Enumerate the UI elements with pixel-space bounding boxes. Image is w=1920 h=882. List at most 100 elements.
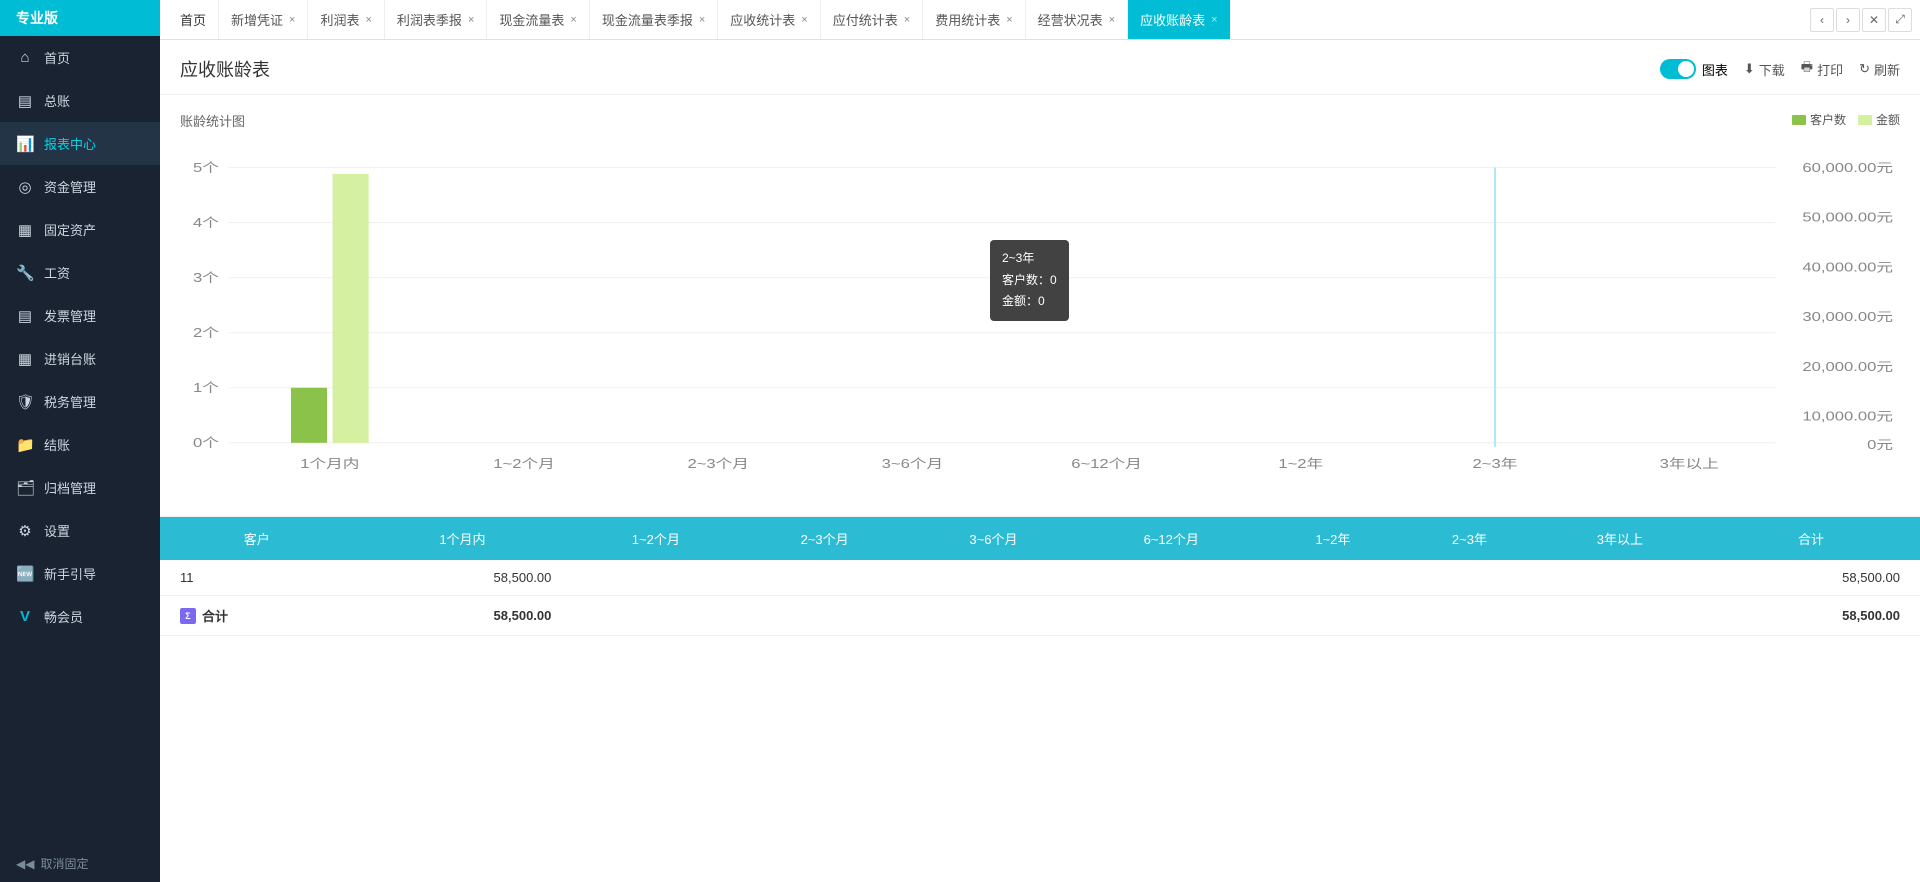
tab-close-all[interactable]: ✕ bbox=[1862, 8, 1886, 32]
invoice-icon: ▤ bbox=[16, 307, 34, 325]
refresh-button[interactable]: ↻ 刷新 bbox=[1859, 60, 1900, 79]
total-y23 bbox=[1401, 596, 1538, 636]
legend-customer-label: 客户数 bbox=[1810, 111, 1846, 128]
svg-text:50,000.00元: 50,000.00元 bbox=[1802, 211, 1893, 225]
sidebar-item-guide[interactable]: 🆕 新手引导 bbox=[0, 552, 160, 595]
chart-icon: 📊 bbox=[16, 135, 34, 153]
svg-text:6~12个月: 6~12个月 bbox=[1071, 457, 1142, 472]
chart-area: 账龄统计图 客户数 金额 5个 4个 3个 2个 1个 bbox=[160, 95, 1920, 517]
tab-aging[interactable]: 应收账龄表 × bbox=[1128, 0, 1230, 40]
cell-y23 bbox=[1401, 560, 1538, 596]
cell-m1: 58,500.00 bbox=[354, 560, 572, 596]
tab-cashflow[interactable]: 现金流量表 × bbox=[487, 0, 589, 40]
sidebar-item-archive[interactable]: 🗂 归档管理 bbox=[0, 466, 160, 509]
print-button[interactable]: 🖶 打印 bbox=[1801, 58, 1843, 80]
tab-profit[interactable]: 利润表 × bbox=[308, 0, 384, 40]
tab-voucher[interactable]: 新增凭证 × bbox=[219, 0, 308, 40]
svg-text:1个月内: 1个月内 bbox=[300, 457, 359, 472]
tab-close-icon[interactable]: × bbox=[570, 14, 576, 26]
tab-label: 利润表 bbox=[320, 10, 359, 29]
toggle-track[interactable] bbox=[1660, 59, 1696, 79]
tab-close-icon[interactable]: × bbox=[699, 14, 705, 26]
col-y23: 2~3年 bbox=[1401, 517, 1538, 560]
col-m36: 3~6个月 bbox=[909, 517, 1078, 560]
vip-icon: V bbox=[16, 608, 34, 625]
home-icon: ⌂ bbox=[16, 49, 34, 66]
sidebar-item-inventory[interactable]: ▦ 进销台账 bbox=[0, 337, 160, 380]
tab-profit-quarter[interactable]: 利润表季报 × bbox=[385, 0, 487, 40]
tab-close-icon[interactable]: × bbox=[365, 14, 371, 26]
tab-receivable-stat[interactable]: 应收统计表 × bbox=[718, 0, 820, 40]
sidebar-item-reports[interactable]: 📊 报表中心 bbox=[0, 122, 160, 165]
sidebar-item-capital[interactable]: ◎ 资金管理 bbox=[0, 165, 160, 208]
svg-text:3个: 3个 bbox=[193, 271, 219, 286]
tab-close-icon[interactable]: × bbox=[1109, 14, 1115, 26]
col-total: 合计 bbox=[1702, 517, 1920, 560]
tab-close-icon[interactable]: × bbox=[468, 14, 474, 26]
arrow-left-icon: ◀◀ bbox=[16, 857, 34, 871]
tab-close-icon[interactable]: × bbox=[289, 14, 295, 26]
chart-title: 账龄统计图 bbox=[180, 111, 1900, 130]
tab-label: 应付统计表 bbox=[833, 10, 898, 29]
tab-business-stat[interactable]: 经营状况表 × bbox=[1026, 0, 1128, 40]
total-icon: Σ bbox=[180, 608, 196, 624]
svg-text:60,000.00元: 60,000.00元 bbox=[1802, 161, 1893, 175]
toggle-thumb bbox=[1678, 61, 1694, 77]
sidebar-item-tax[interactable]: 🛡 税务管理 bbox=[0, 380, 160, 423]
legend-customer: 客户数 bbox=[1792, 111, 1846, 128]
sidebar-item-assets[interactable]: ▦ 固定资产 bbox=[0, 208, 160, 251]
cell-m23 bbox=[740, 560, 909, 596]
gear-icon: ⚙ bbox=[16, 522, 34, 540]
bar-customer-0 bbox=[291, 388, 327, 443]
chart-toggle[interactable]: 图表 bbox=[1660, 59, 1728, 79]
sidebar-item-label: 固定资产 bbox=[44, 220, 96, 239]
legend-customer-color bbox=[1792, 115, 1806, 125]
sidebar-item-settings[interactable]: ⚙ 设置 bbox=[0, 509, 160, 552]
tab-scroll-left[interactable]: ‹ bbox=[1810, 8, 1834, 32]
tab-label: 现金流量表季报 bbox=[602, 10, 693, 29]
main-content: 首页 新增凭证 × 利润表 × 利润表季报 × 现金流量表 × 现金流量表季报 … bbox=[160, 0, 1920, 882]
sidebar-item-label: 税务管理 bbox=[44, 392, 96, 411]
tab-cashflow-quarter[interactable]: 现金流量表季报 × bbox=[590, 0, 718, 40]
total-y12 bbox=[1265, 596, 1402, 636]
tab-payable-stat[interactable]: 应付统计表 × bbox=[821, 0, 923, 40]
cell-customer: 11 bbox=[160, 560, 354, 596]
tab-close-icon[interactable]: × bbox=[801, 14, 807, 26]
total-y3 bbox=[1538, 596, 1702, 636]
svg-text:30,000.00元: 30,000.00元 bbox=[1802, 311, 1893, 325]
page-header: 应收账龄表 图表 ⬇ 下载 🖶 打印 ↻ 刷新 bbox=[160, 40, 1920, 95]
tab-label: 现金流量表 bbox=[499, 10, 564, 29]
total-text: 合计 bbox=[202, 606, 228, 625]
tax-icon: 🛡 bbox=[16, 393, 34, 411]
sidebar-item-ledger[interactable]: ▤ 总账 bbox=[0, 79, 160, 122]
svg-text:5个: 5个 bbox=[193, 161, 219, 176]
total-m1: 58,500.00 bbox=[354, 596, 572, 636]
download-button[interactable]: ⬇ 下载 bbox=[1744, 60, 1785, 79]
sidebar-item-invoice[interactable]: ▤ 发票管理 bbox=[0, 294, 160, 337]
capital-icon: ◎ bbox=[16, 178, 34, 196]
svg-text:1~2个月: 1~2个月 bbox=[493, 457, 554, 472]
sidebar-item-label: 结账 bbox=[44, 435, 70, 454]
total-row: Σ 合计 58,500.00 58,500.00 bbox=[160, 596, 1920, 636]
tab-close-icon[interactable]: × bbox=[1211, 14, 1217, 26]
total-m612 bbox=[1078, 596, 1265, 636]
legend-amount: 金额 bbox=[1858, 111, 1900, 128]
sidebar-item-close[interactable]: 📁 结账 bbox=[0, 423, 160, 466]
guide-icon: 🆕 bbox=[16, 565, 34, 583]
tab-expense-stat[interactable]: 费用统计表 × bbox=[923, 0, 1025, 40]
tab-close-icon[interactable]: × bbox=[904, 14, 910, 26]
tab-scroll-right[interactable]: › bbox=[1836, 8, 1860, 32]
total-m23 bbox=[740, 596, 909, 636]
sidebar-item-home[interactable]: ⌂ 首页 bbox=[0, 36, 160, 79]
tab-close-icon[interactable]: × bbox=[1006, 14, 1012, 26]
assets-icon: ▦ bbox=[16, 221, 34, 239]
tab-home[interactable]: 首页 bbox=[168, 0, 219, 40]
sidebar-item-vip[interactable]: V 畅会员 bbox=[0, 595, 160, 638]
tab-label: 首页 bbox=[180, 10, 206, 29]
tab-maximize[interactable]: ⤢ bbox=[1888, 8, 1912, 32]
svg-text:20,000.00元: 20,000.00元 bbox=[1802, 361, 1893, 375]
page-title: 应收账龄表 bbox=[180, 56, 1660, 82]
sidebar-item-salary[interactable]: 🔧 工资 bbox=[0, 251, 160, 294]
download-icon: ⬇ bbox=[1744, 61, 1755, 77]
unpin-button[interactable]: ◀◀ 取消固定 bbox=[0, 845, 160, 882]
